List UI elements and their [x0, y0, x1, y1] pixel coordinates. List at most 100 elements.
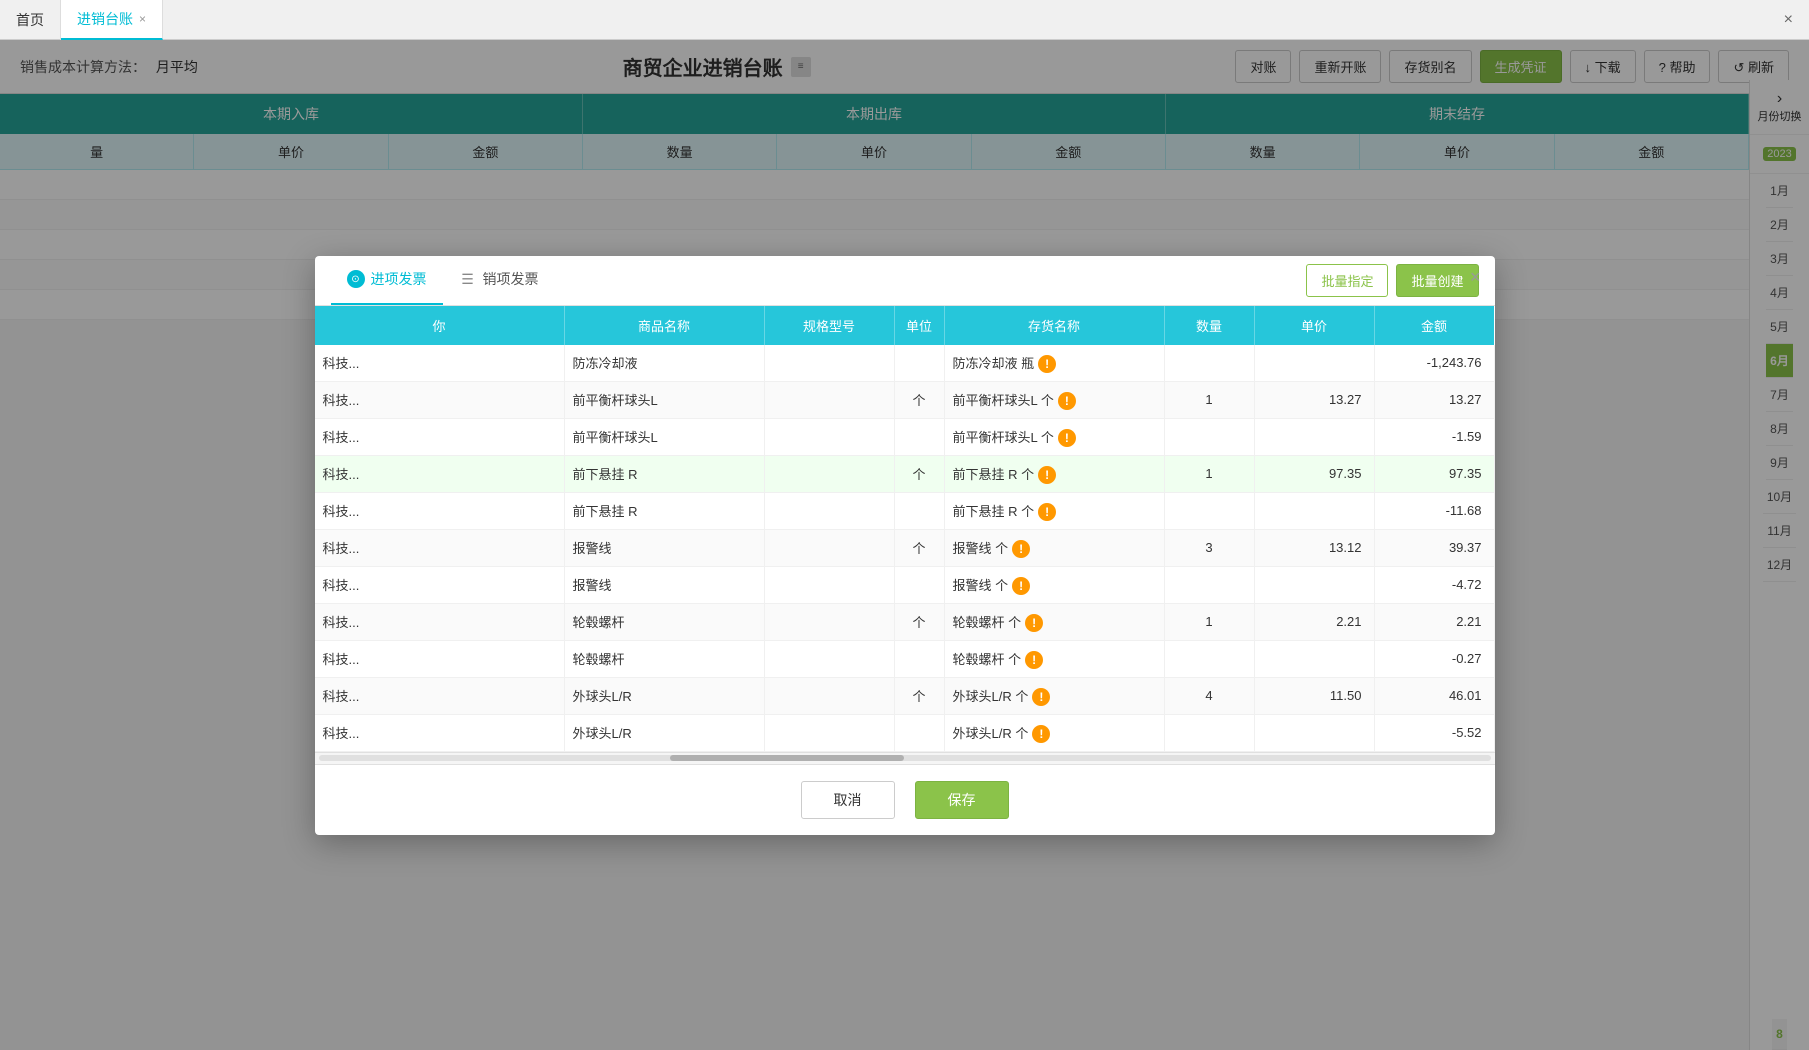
col-header-0: 你 [315, 306, 565, 345]
cell-r4-c6 [1254, 492, 1374, 529]
cell-r1-c1: 前平衡杆球头L [564, 381, 764, 418]
col-header-7: 金额 [1374, 306, 1494, 345]
cell-r1-c5: 1 [1164, 381, 1254, 418]
cell-r5-c4: 报警线 个! [944, 529, 1164, 566]
cell-r0-c0: 科技... [315, 345, 565, 382]
batch-assign-button[interactable]: 批量指定 [1306, 264, 1388, 297]
cell-r2-c5 [1164, 418, 1254, 455]
table-row[interactable]: 科技...前下悬挂 R前下悬挂 R 个!-11.68 [315, 492, 1495, 529]
warn-icon: ! [1032, 725, 1050, 743]
warn-icon: ! [1058, 429, 1076, 447]
warn-icon: ! [1038, 503, 1056, 521]
cell-r8-c0: 科技... [315, 640, 565, 677]
cell-r6-c0: 科技... [315, 566, 565, 603]
cell-r9-c1: 外球头L/R [564, 677, 764, 714]
modal-tab-outgoing[interactable]: ☰ 销项发票 [443, 255, 555, 305]
cell-r7-c4: 轮毂螺杆 个! [944, 603, 1164, 640]
scrollbar-thumb[interactable] [670, 755, 904, 761]
col-header-6: 单价 [1254, 306, 1374, 345]
cell-r6-c5 [1164, 566, 1254, 603]
warn-icon: ! [1012, 540, 1030, 558]
table-row[interactable]: 科技...前下悬挂 R个前下悬挂 R 个!197.3597.35 [315, 455, 1495, 492]
cell-r9-c2 [764, 677, 894, 714]
table-row[interactable]: 科技...前平衡杆球头L前平衡杆球头L 个!-1.59 [315, 418, 1495, 455]
cell-r1-c7: 13.27 [1374, 381, 1494, 418]
save-button[interactable]: 保存 [915, 781, 1009, 819]
cell-r8-c6 [1254, 640, 1374, 677]
cell-r4-c4: 前下悬挂 R 个! [944, 492, 1164, 529]
cell-r0-c2 [764, 345, 894, 382]
cell-r4-c3 [894, 492, 944, 529]
col-header-5: 数量 [1164, 306, 1254, 345]
cell-r7-c1: 轮毂螺杆 [564, 603, 764, 640]
cell-r7-c5: 1 [1164, 603, 1254, 640]
cell-r0-c6 [1254, 345, 1374, 382]
cell-r4-c5 [1164, 492, 1254, 529]
cell-r5-c1: 报警线 [564, 529, 764, 566]
modal-table-head: 你 商品名称 规格型号 单位 存货名称 数量 单价 金额 [315, 306, 1495, 345]
cell-r5-c3: 个 [894, 529, 944, 566]
cell-r4-c1: 前下悬挂 R [564, 492, 764, 529]
table-row[interactable]: 科技...外球头L/R个外球头L/R 个!411.5046.01 [315, 677, 1495, 714]
cell-r5-c0: 科技... [315, 529, 565, 566]
cancel-button[interactable]: 取消 [801, 781, 895, 819]
cell-r2-c3 [894, 418, 944, 455]
modal-tab-incoming[interactable]: ⊙ 进项发票 [331, 255, 443, 305]
modal-overlay: ⊙ 进项发票 ☰ 销项发票 批量指定 批量创建 × 你 [0, 40, 1809, 1050]
modal-header: ⊙ 进项发票 ☰ 销项发票 批量指定 批量创建 × [315, 256, 1495, 306]
nav-tab-home-label: 首页 [16, 10, 44, 30]
cell-r0-c7: -1,243.76 [1374, 345, 1494, 382]
cell-r3-c2 [764, 455, 894, 492]
cell-r6-c3 [894, 566, 944, 603]
cell-r6-c6 [1254, 566, 1374, 603]
warn-icon: ! [1038, 466, 1056, 484]
modal-close-button[interactable]: × [1470, 268, 1481, 286]
warn-icon: ! [1032, 688, 1050, 706]
cell-r3-c3: 个 [894, 455, 944, 492]
cell-r8-c3 [894, 640, 944, 677]
warn-icon: ! [1012, 577, 1030, 595]
cell-r8-c5 [1164, 640, 1254, 677]
cell-r0-c4: 防冻冷却液 瓶! [944, 345, 1164, 382]
app-close-button[interactable]: × [1768, 11, 1809, 29]
batch-create-button[interactable]: 批量创建 [1396, 264, 1478, 297]
cell-r7-c7: 2.21 [1374, 603, 1494, 640]
cell-r9-c0: 科技... [315, 677, 565, 714]
col-header-3: 单位 [894, 306, 944, 345]
table-row[interactable]: 科技...报警线个报警线 个!313.1239.37 [315, 529, 1495, 566]
table-row[interactable]: 科技...轮毂螺杆个轮毂螺杆 个!12.212.21 [315, 603, 1495, 640]
table-row[interactable]: 科技...报警线报警线 个!-4.72 [315, 566, 1495, 603]
cell-r2-c6 [1254, 418, 1374, 455]
cell-r1-c6: 13.27 [1254, 381, 1374, 418]
table-row[interactable]: 科技...前平衡杆球头L个前平衡杆球头L 个!113.2713.27 [315, 381, 1495, 418]
table-row[interactable]: 科技...轮毂螺杆轮毂螺杆 个!-0.27 [315, 640, 1495, 677]
cell-r3-c7: 97.35 [1374, 455, 1494, 492]
cell-r4-c0: 科技... [315, 492, 565, 529]
col-header-2: 规格型号 [764, 306, 894, 345]
main-area: 销售成本计算方法： 月平均 商贸企业进销台账 ≡ 对账 重新开账 存货别名 生成… [0, 40, 1809, 1050]
cell-r1-c0: 科技... [315, 381, 565, 418]
table-row[interactable]: 科技...防冻冷却液防冻冷却液 瓶!-1,243.76 [315, 345, 1495, 382]
cell-r1-c2 [764, 381, 894, 418]
cell-r10-c1: 外球头L/R [564, 714, 764, 751]
modal-scrollbar[interactable] [315, 752, 1495, 764]
modal-footer: 取消 保存 [315, 764, 1495, 835]
cell-r10-c3 [894, 714, 944, 751]
cell-r1-c4: 前平衡杆球头L 个! [944, 381, 1164, 418]
cell-r2-c2 [764, 418, 894, 455]
cell-r3-c6: 97.35 [1254, 455, 1374, 492]
nav-tab-home[interactable]: 首页 [0, 0, 61, 40]
table-row[interactable]: 科技...外球头L/R外球头L/R 个!-5.52 [315, 714, 1495, 751]
cell-r9-c6: 11.50 [1254, 677, 1374, 714]
modal-table-wrap: 你 商品名称 规格型号 单位 存货名称 数量 单价 金额 科技...防冻冷却液防… [315, 306, 1495, 752]
cell-r0-c5 [1164, 345, 1254, 382]
cell-r2-c7: -1.59 [1374, 418, 1494, 455]
nav-tab-ledger[interactable]: 进销台账 × [61, 0, 163, 40]
nav-tab-ledger-close[interactable]: × [139, 12, 146, 26]
warn-icon: ! [1058, 392, 1076, 410]
scrollbar-track[interactable] [319, 755, 1491, 761]
outgoing-tab-icon: ☰ [459, 270, 477, 288]
modal-dialog: ⊙ 进项发票 ☰ 销项发票 批量指定 批量创建 × 你 [315, 256, 1495, 835]
cell-r6-c1: 报警线 [564, 566, 764, 603]
cell-r1-c3: 个 [894, 381, 944, 418]
